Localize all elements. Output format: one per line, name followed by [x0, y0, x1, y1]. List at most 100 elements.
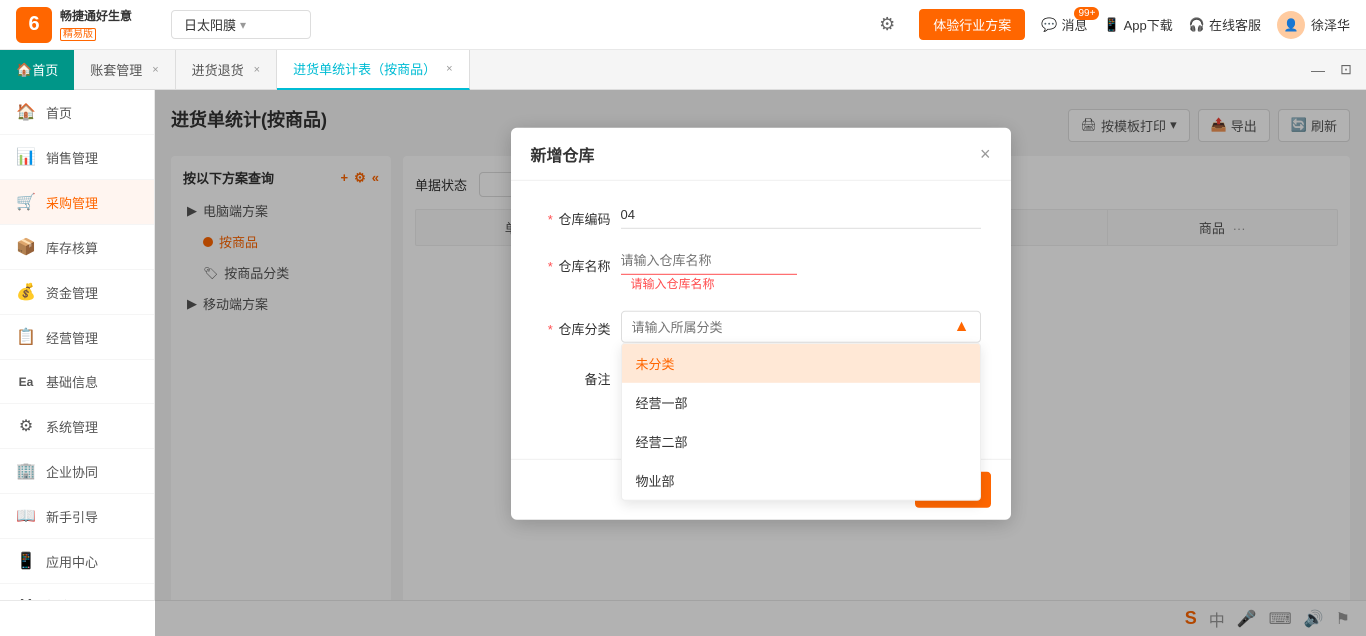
tab-home-label: 首页	[32, 60, 58, 79]
home-icon: 🏠	[16, 62, 32, 78]
sidebar-item-guide-label: 新手引导	[46, 507, 98, 526]
name-label-text: 仓库名称	[558, 258, 610, 273]
sidebar-item-inventory-label: 库存核算	[46, 238, 98, 257]
app-download-area[interactable]: 📱 App下载	[1103, 15, 1172, 34]
message-badge: 99+	[1074, 7, 1099, 20]
headset-icon: 🎧	[1189, 17, 1205, 33]
settings-icon[interactable]: ⚙	[871, 9, 903, 41]
header-icon-group: 💬 消息 99+ 📱 App下载 🎧 在线客服	[1041, 15, 1261, 34]
tab-purchase-return-label: 进货退货	[192, 60, 244, 79]
sidebar-item-app-center-label: 应用中心	[46, 552, 98, 571]
sidebar-item-system[interactable]: ⚙ 系统管理	[0, 404, 154, 449]
dialog-title: 新增仓库	[531, 142, 595, 166]
dropdown-item-unclassified[interactable]: 未分类	[622, 344, 980, 383]
sidebar-item-finance[interactable]: 💰 资金管理	[0, 270, 154, 315]
dialog-body: * 仓库编码 * 仓库名称 请输入仓库名称	[511, 181, 1011, 459]
main-layout: 🏠 首页 📊 销售管理 🛒 采购管理 📦 库存核算 💰 资金管理 📋 经营管理 …	[0, 90, 1366, 636]
phone-icon: 📱	[1103, 17, 1119, 33]
dropdown-item-property[interactable]: 物业部	[622, 461, 980, 500]
category-required-mark: *	[548, 322, 553, 337]
sidebar-item-operations[interactable]: 📋 经营管理	[0, 315, 154, 360]
tab-purchase-stats-label: 进货单统计表（按商品）	[293, 59, 436, 78]
sidebar-item-basic-info[interactable]: Ea 基础信息	[0, 360, 154, 404]
tab-purchase-stats-close[interactable]: ×	[446, 63, 452, 75]
home-icon: 🏠	[16, 102, 36, 122]
sidebar-item-enterprise[interactable]: 🏢 企业协同	[0, 449, 154, 494]
form-row-name: * 仓库名称 请输入仓库名称	[541, 247, 981, 293]
tab-expand-button[interactable]: ⊡	[1334, 58, 1358, 82]
tab-purchase-return[interactable]: 进货退货 ×	[176, 50, 277, 90]
category-input[interactable]	[632, 319, 954, 334]
app-center-icon: 📱	[16, 551, 36, 571]
app-download-label: App下载	[1124, 15, 1173, 34]
tab-minimize-button[interactable]: —	[1306, 58, 1330, 82]
sidebar-item-home[interactable]: 🏠 首页	[0, 90, 154, 135]
tab-account-management[interactable]: 账套管理 ×	[74, 50, 175, 90]
sidebar-item-home-label: 首页	[46, 103, 72, 122]
system-icon: ⚙	[16, 416, 36, 436]
category-label-text: 仓库分类	[558, 322, 610, 337]
dropdown-item-ops2[interactable]: 经营二部	[622, 422, 980, 461]
note-label: 备注	[541, 361, 621, 388]
customer-service-area[interactable]: 🎧 在线客服	[1189, 15, 1261, 34]
sidebar-item-purchase[interactable]: 🛒 采购管理	[0, 180, 154, 225]
tab-right-buttons: — ⊡	[1306, 58, 1366, 82]
sidebar-item-sales-label: 销售管理	[46, 148, 98, 167]
username-label: 徐泽华	[1311, 15, 1350, 34]
note-label-text: 备注	[584, 372, 610, 387]
guide-icon: 📖	[16, 506, 36, 526]
content-area: 进货单统计(按商品) 🖨 按模板打印 ▾ 📤 导出 🔄 刷新	[155, 90, 1366, 636]
sidebar-item-inventory[interactable]: 📦 库存核算	[0, 225, 154, 270]
category-dropdown-menu: 未分类 经营一部 经营二部 物业部	[621, 343, 981, 501]
sidebar-item-operations-label: 经营管理	[46, 328, 98, 347]
code-label-text: 仓库编码	[558, 212, 610, 227]
tab-purchase-stats[interactable]: 进货单统计表（按商品） ×	[277, 50, 469, 90]
sidebar-item-sales[interactable]: 📊 销售管理	[0, 135, 154, 180]
dialog-header: 新增仓库 ×	[511, 128, 1011, 181]
name-required-mark: *	[548, 258, 553, 273]
code-required-mark: *	[548, 212, 553, 227]
inventory-icon: 📦	[16, 237, 36, 257]
form-row-code: * 仓库编码	[541, 201, 981, 229]
logo-badge: 精易版	[60, 28, 96, 41]
tab-purchase-return-close[interactable]: ×	[254, 64, 260, 76]
store-name: 日太阳膜	[184, 15, 236, 34]
user-area[interactable]: 👤 徐泽华	[1277, 11, 1350, 39]
new-warehouse-dialog: 新增仓库 × * 仓库编码 * 仓库名称	[511, 128, 1011, 520]
dropdown-arrow-icon: ▲	[954, 318, 970, 336]
tab-home[interactable]: 🏠 首页	[0, 50, 74, 90]
sidebar-item-enterprise-label: 企业协同	[46, 462, 98, 481]
customer-service-label: 在线客服	[1209, 15, 1261, 34]
logo-area: 6 畅捷通好生意 精易版	[16, 7, 171, 43]
sidebar-item-guide[interactable]: 📖 新手引导	[0, 494, 154, 539]
tab-account-label: 账套管理	[90, 60, 142, 79]
purchase-icon: 🛒	[16, 192, 36, 212]
top-header: 6 畅捷通好生意 精易版 日太阳膜 ▾ ⚙ 体验行业方案 💬 消息 99+ 📱 …	[0, 0, 1366, 50]
category-input-wrap: ▲ 未分类 经营一部 经营二部 物业部	[621, 311, 981, 343]
sidebar: 🏠 首页 📊 销售管理 🛒 采购管理 📦 库存核算 💰 资金管理 📋 经营管理 …	[0, 90, 155, 636]
dialog-close-button[interactable]: ×	[980, 143, 991, 164]
finance-icon: 💰	[16, 282, 36, 302]
category-label: * 仓库分类	[541, 311, 621, 338]
chevron-down-icon: ▾	[240, 18, 246, 32]
avatar: 👤	[1277, 11, 1305, 39]
form-row-category: * 仓库分类 ▲ 未分类 经营一部 经营二部 物业部	[541, 311, 981, 343]
name-input[interactable]	[621, 247, 797, 275]
logo-text: 畅捷通好生意 精易版	[60, 7, 132, 42]
name-label: * 仓库名称	[541, 247, 621, 274]
sidebar-item-system-label: 系统管理	[46, 417, 98, 436]
sidebar-item-basic-info-label: 基础信息	[46, 372, 98, 391]
store-selector[interactable]: 日太阳膜 ▾	[171, 10, 311, 39]
enterprise-icon: 🏢	[16, 461, 36, 481]
tab-account-close[interactable]: ×	[152, 64, 158, 76]
trial-button[interactable]: 体验行业方案	[919, 9, 1025, 40]
dropdown-item-ops1[interactable]: 经营一部	[622, 383, 980, 422]
basic-info-icon: Ea	[16, 375, 36, 389]
sales-icon: 📊	[16, 147, 36, 167]
tab-bar: 🏠 首页 账套管理 × 进货退货 × 进货单统计表（按商品） × — ⊡	[0, 50, 1366, 90]
sidebar-item-purchase-label: 采购管理	[46, 193, 98, 212]
message-area[interactable]: 💬 消息 99+	[1041, 15, 1087, 34]
code-input[interactable]	[621, 201, 981, 229]
sidebar-item-app-center[interactable]: 📱 应用中心	[0, 539, 154, 584]
category-dropdown[interactable]: ▲	[621, 311, 981, 343]
